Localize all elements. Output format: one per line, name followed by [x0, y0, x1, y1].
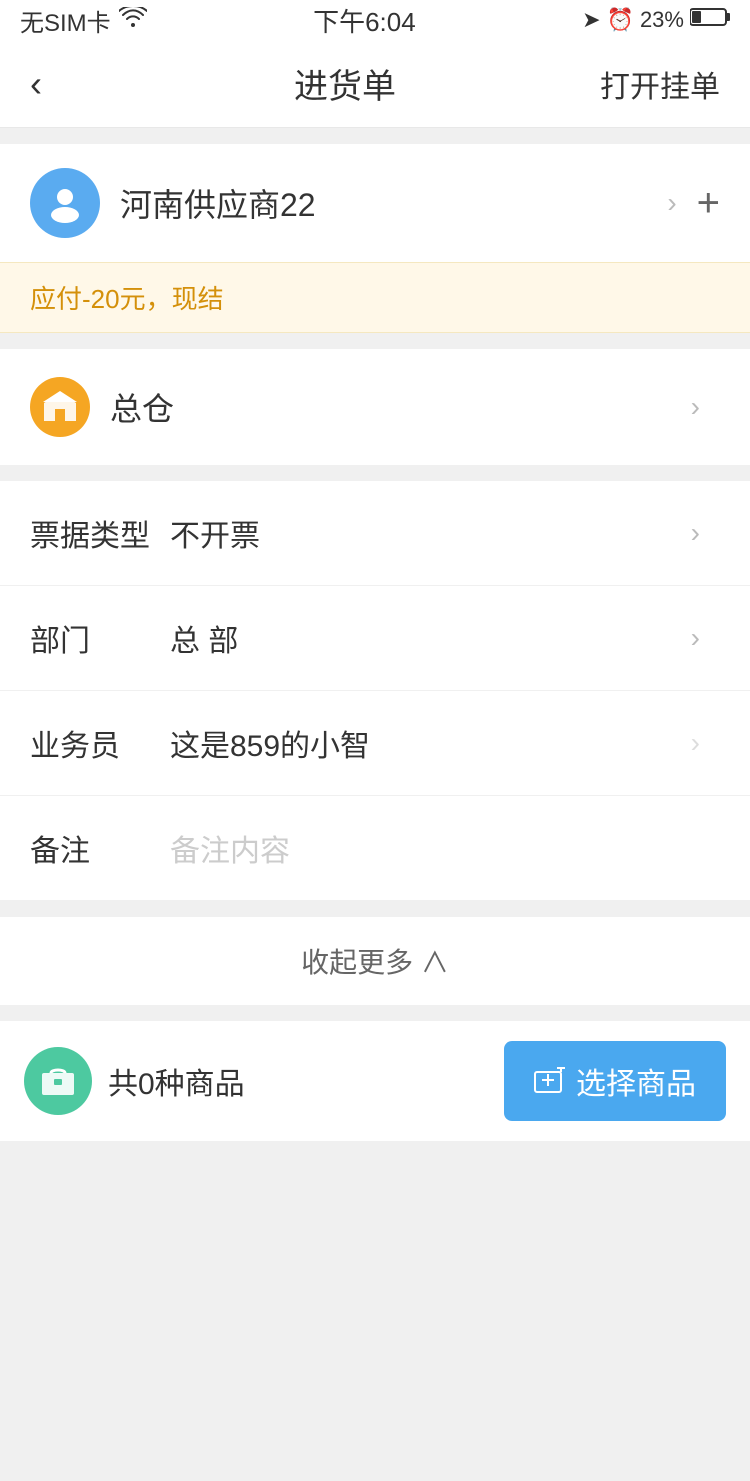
remark-label: 备注	[30, 826, 170, 870]
sales-label: 业务员	[30, 721, 170, 765]
supplier-row[interactable]: 河南供应商22 › +	[0, 144, 750, 262]
select-product-button[interactable]: 选择商品	[504, 1041, 726, 1121]
page-bottom	[0, 1141, 750, 1481]
warehouse-row[interactable]: 总仓 ›	[0, 349, 750, 465]
carrier-text: 无SIM卡	[20, 3, 111, 38]
dept-value: 总 部	[170, 616, 691, 660]
remark-row[interactable]: 备注 备注内容	[0, 796, 750, 900]
add-supplier-button[interactable]: +	[697, 181, 720, 226]
supplier-name: 河南供应商22	[120, 180, 667, 226]
chevron-right-icon: ›	[667, 187, 676, 219]
supplier-avatar	[30, 168, 100, 238]
remark-input[interactable]: 备注内容	[170, 826, 720, 870]
dept-chevron-icon: ›	[691, 622, 700, 654]
collapse-row[interactable]: 收起更多 ∧	[0, 916, 750, 1005]
supplier-section: 河南供应商22 › + 应付-20元，现结	[0, 144, 750, 333]
wifi-icon	[119, 6, 147, 34]
warehouse-section: 总仓 ›	[0, 349, 750, 465]
product-bar: 共0种商品 选择商品	[0, 1021, 750, 1141]
alarm-icon: ⏰	[607, 7, 634, 33]
invoice-value: 不开票	[170, 511, 691, 555]
dept-label: 部门	[30, 616, 170, 660]
warehouse-name: 总仓	[110, 384, 691, 430]
back-button[interactable]: ‹	[30, 63, 90, 105]
location-icon: ➤	[582, 7, 600, 33]
invoice-type-row[interactable]: 票据类型 不开票 ›	[0, 481, 750, 586]
status-right-icons: ➤ ⏰ 23%	[582, 7, 730, 33]
nav-bar: ‹ 进货单 打开挂单	[0, 40, 750, 128]
warehouse-icon	[30, 377, 90, 437]
notice-banner: 应付-20元，现结	[0, 262, 750, 333]
page-title: 进货单	[294, 59, 396, 108]
select-product-label: 选择商品	[576, 1059, 696, 1103]
invoice-label: 票据类型	[30, 511, 170, 555]
sales-value: 这是859的小智	[170, 721, 691, 765]
collapse-text: 收起更多 ∧	[301, 941, 449, 981]
status-carrier: 无SIM卡	[20, 3, 147, 38]
sales-row[interactable]: 业务员 这是859的小智 ›	[0, 691, 750, 796]
dept-row[interactable]: 部门 总 部 ›	[0, 586, 750, 691]
status-bar: 无SIM卡 下午6:04 ➤ ⏰ 23%	[0, 0, 750, 40]
status-time: 下午6:04	[313, 2, 416, 39]
invoice-chevron-icon: ›	[691, 517, 700, 549]
form-section: 票据类型 不开票 › 部门 总 部 › 业务员 这是859的小智 › 备注 备注…	[0, 481, 750, 900]
battery-text: 23%	[640, 7, 684, 33]
open-pending-button[interactable]: 打开挂单	[600, 62, 720, 106]
notice-text: 应付-20元，现结	[30, 284, 224, 314]
warehouse-chevron-icon: ›	[691, 391, 700, 423]
battery-icon	[690, 7, 730, 33]
sales-chevron-icon: ›	[691, 727, 700, 759]
product-count: 共0种商品	[108, 1059, 504, 1103]
product-icon	[24, 1047, 92, 1115]
